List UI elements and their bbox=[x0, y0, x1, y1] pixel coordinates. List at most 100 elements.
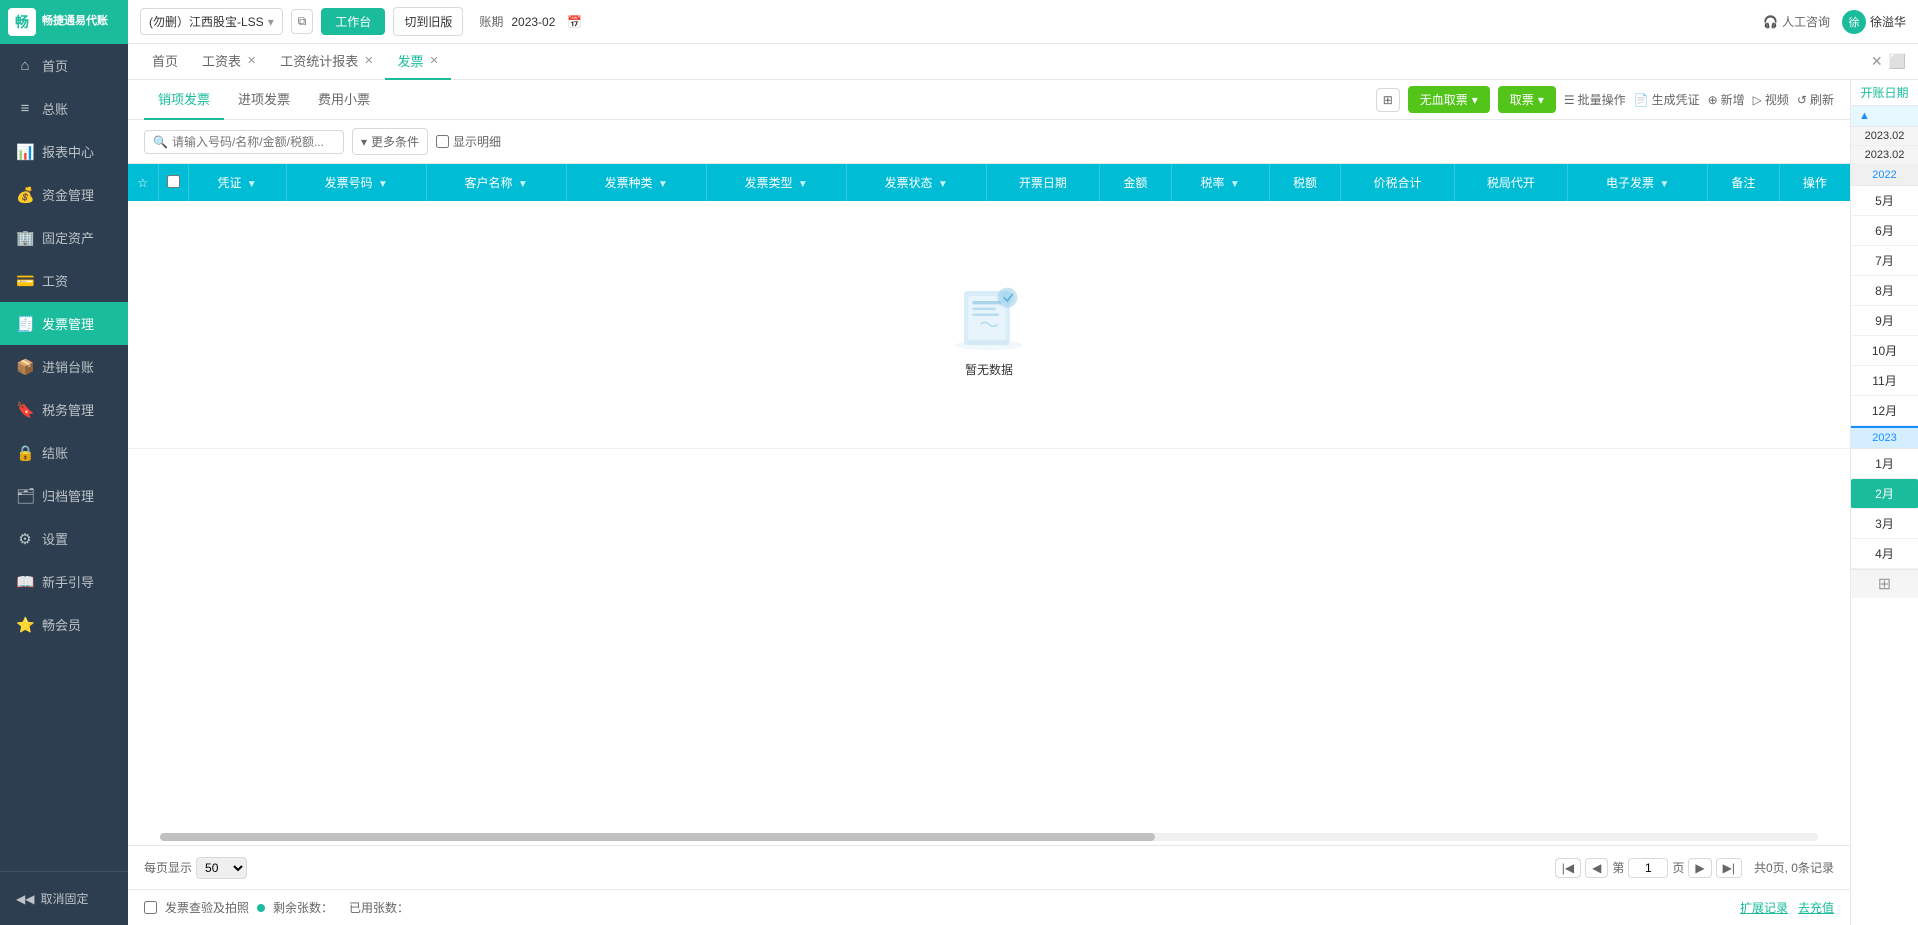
th-e-invoice: 电子发票 ▼ bbox=[1568, 164, 1708, 201]
video-icon: ▷ bbox=[1753, 93, 1762, 107]
refresh-button[interactable]: ↺ 刷新 bbox=[1797, 91, 1834, 108]
sidebar-label-invoice: 发票管理 bbox=[42, 314, 94, 333]
recharge-link[interactable]: 去充值 bbox=[1798, 901, 1834, 915]
invoice-verify-checkbox[interactable] bbox=[144, 901, 157, 914]
month-2022-10[interactable]: 10月 bbox=[1851, 336, 1918, 366]
th-amount: 金额 bbox=[1100, 164, 1172, 201]
sidebar-item-fixed-assets[interactable]: 🏢 固定资产 bbox=[0, 216, 128, 259]
sidebar-item-payroll[interactable]: 💳 工资 bbox=[0, 259, 128, 302]
tab-home[interactable]: 首页 bbox=[140, 44, 190, 80]
invoice-type-filter-icon[interactable]: ▼ bbox=[658, 179, 668, 190]
subtab-purchase-invoice[interactable]: 进项发票 bbox=[224, 80, 304, 120]
sidebar-item-member[interactable]: ⭐ 畅会员 bbox=[0, 603, 128, 646]
month-2023-4[interactable]: 4月 bbox=[1851, 539, 1918, 569]
month-2023-3[interactable]: 3月 bbox=[1851, 509, 1918, 539]
invoice-no-filter-icon[interactable]: ▼ bbox=[378, 179, 388, 190]
month-2022-12[interactable]: 12月 bbox=[1851, 396, 1918, 426]
month-2022-9[interactable]: 9月 bbox=[1851, 306, 1918, 336]
open-period-button[interactable]: 开账日期 bbox=[1851, 80, 1918, 106]
voucher-filter-icon[interactable]: ▼ bbox=[247, 179, 257, 190]
gen-voucher-button[interactable]: 📄 生成凭证 bbox=[1634, 91, 1700, 108]
th-tax-rate: 税率 ▼ bbox=[1171, 164, 1269, 201]
month-2023-2[interactable]: 2月 bbox=[1851, 479, 1918, 509]
no-cancel-button[interactable]: 无血取票 ▾ bbox=[1408, 86, 1490, 113]
tab-payroll-table[interactable]: 工资表 ✕ bbox=[190, 44, 268, 80]
select-all-checkbox[interactable] bbox=[167, 175, 180, 188]
period-calendar-icon[interactable]: 📅 bbox=[567, 15, 582, 29]
batch-ops-button[interactable]: ☰ 批量操作 bbox=[1564, 91, 1626, 108]
tab-payroll-stats[interactable]: 工资统计报表 ✕ bbox=[268, 44, 385, 80]
tax-icon: 🔖 bbox=[16, 401, 34, 419]
user-info[interactable]: 徐 徐溢华 bbox=[1842, 10, 1906, 34]
workspace-button[interactable]: 工作台 bbox=[321, 8, 385, 35]
th-star[interactable]: ☆ bbox=[128, 164, 158, 201]
invoice-category-filter-icon[interactable]: ▼ bbox=[798, 179, 808, 190]
month-2022-11[interactable]: 11月 bbox=[1851, 366, 1918, 396]
year-2022-section: ▲ bbox=[1851, 106, 1918, 127]
sidebar-item-invoice[interactable]: 🧾 发票管理 bbox=[0, 302, 128, 345]
sidebar-item-tax[interactable]: 🔖 税务管理 bbox=[0, 388, 128, 431]
tax-rate-filter-icon[interactable]: ▼ bbox=[1230, 179, 1240, 190]
period-value: 2023-02 bbox=[511, 15, 555, 29]
video-button[interactable]: ▷ 视频 bbox=[1753, 91, 1789, 108]
customer-filter-icon[interactable]: ▼ bbox=[518, 179, 528, 190]
th-checkbox[interactable] bbox=[158, 164, 188, 201]
maximize-panel-button[interactable]: ⬜ bbox=[1889, 53, 1906, 70]
scrollbar-thumb[interactable] bbox=[160, 833, 1155, 841]
sidebar-item-settings[interactable]: ⚙ 设置 bbox=[0, 517, 128, 560]
per-page-select[interactable]: 20 50 100 bbox=[196, 857, 247, 879]
last-page-button[interactable]: ▶| bbox=[1716, 858, 1742, 878]
copy-icon-button[interactable]: ⧉ bbox=[291, 9, 314, 34]
date-entry-2023-02-top[interactable]: 2023.02 bbox=[1851, 127, 1918, 146]
expand-record-link[interactable]: 扩展记录 bbox=[1740, 901, 1788, 915]
month-2022-6[interactable]: 6月 bbox=[1851, 216, 1918, 246]
search-input[interactable] bbox=[172, 135, 332, 149]
search-field-wrapper[interactable]: 🔍 bbox=[144, 130, 344, 154]
month-2022-7[interactable]: 7月 bbox=[1851, 246, 1918, 276]
sidebar-item-funds[interactable]: 💰 资金管理 bbox=[0, 173, 128, 216]
e-invoice-filter-icon[interactable]: ▼ bbox=[1659, 179, 1669, 190]
more-filter-button[interactable]: ▾ 更多条件 bbox=[352, 128, 428, 155]
scroll-down-icon[interactable]: ⊞ bbox=[1878, 576, 1891, 593]
subtab-sales-invoice[interactable]: 销项发票 bbox=[144, 80, 224, 120]
page-input[interactable] bbox=[1628, 858, 1668, 878]
pin-toggle[interactable]: ◀◀ 取消固定 bbox=[10, 882, 118, 915]
support-button[interactable]: 🎧 人工咨询 bbox=[1763, 13, 1830, 30]
th-date: 开票日期 bbox=[986, 164, 1099, 201]
sidebar-item-guide[interactable]: 📖 新手引导 bbox=[0, 560, 128, 603]
next-page-button[interactable]: ▶ bbox=[1688, 858, 1711, 878]
sidebar-item-home[interactable]: ⌂ 首页 bbox=[0, 44, 128, 87]
fetch-button[interactable]: 取票 ▾ bbox=[1498, 86, 1556, 113]
column-settings-button[interactable]: ⊞ bbox=[1376, 88, 1400, 112]
show-detail-input[interactable] bbox=[436, 135, 449, 148]
sidebar-item-general-ledger[interactable]: ≡ 总账 bbox=[0, 87, 128, 130]
invoice-status-filter-icon[interactable]: ▼ bbox=[938, 179, 948, 190]
tab-payroll-table-close[interactable]: ✕ bbox=[247, 54, 256, 67]
guide-icon: 📖 bbox=[16, 573, 34, 591]
close-panel-button[interactable]: ✕ bbox=[1871, 53, 1883, 70]
sidebar-item-reports[interactable]: 📊 报表中心 bbox=[0, 130, 128, 173]
sidebar-bottom: ◀◀ 取消固定 bbox=[0, 871, 128, 925]
sidebar-item-closing[interactable]: 🔒 结账 bbox=[0, 431, 128, 474]
show-detail-checkbox[interactable]: 显示明细 bbox=[436, 133, 501, 150]
tab-invoice-close[interactable]: ✕ bbox=[430, 54, 439, 67]
month-2022-5[interactable]: 5月 bbox=[1851, 186, 1918, 216]
company-selector[interactable]: (勿删）江西股宝-LSS ▾ bbox=[140, 8, 283, 35]
sidebar-item-sales[interactable]: 📦 进销台账 bbox=[0, 345, 128, 388]
month-2023-1[interactable]: 1月 bbox=[1851, 449, 1918, 479]
content-area: 销项发票 进项发票 费用小票 ⊞ 无血取票 ▾ 取票 ▾ bbox=[128, 80, 1918, 925]
remaining-label: 剩余张数： bbox=[273, 899, 333, 916]
user-avatar: 徐 bbox=[1842, 10, 1866, 34]
switch-version-button[interactable]: 切到旧版 bbox=[393, 7, 463, 36]
subtab-expense-receipt[interactable]: 费用小票 bbox=[304, 80, 384, 120]
first-page-button[interactable]: |◀ bbox=[1555, 858, 1581, 878]
new-button[interactable]: ⊕ 新增 bbox=[1708, 91, 1745, 108]
tab-payroll-stats-close[interactable]: ✕ bbox=[364, 54, 373, 67]
horizontal-scrollbar[interactable] bbox=[160, 833, 1818, 841]
tab-invoice[interactable]: 发票 ✕ bbox=[385, 44, 450, 80]
sidebar-item-archive[interactable]: 🗂 归档管理 bbox=[0, 474, 128, 517]
date-entry-2023-02-b[interactable]: 2023.02 bbox=[1851, 146, 1918, 165]
scroll-up-icon[interactable]: ▲ bbox=[1859, 110, 1870, 122]
month-2022-8[interactable]: 8月 bbox=[1851, 276, 1918, 306]
prev-page-button[interactable]: ◀ bbox=[1585, 858, 1608, 878]
